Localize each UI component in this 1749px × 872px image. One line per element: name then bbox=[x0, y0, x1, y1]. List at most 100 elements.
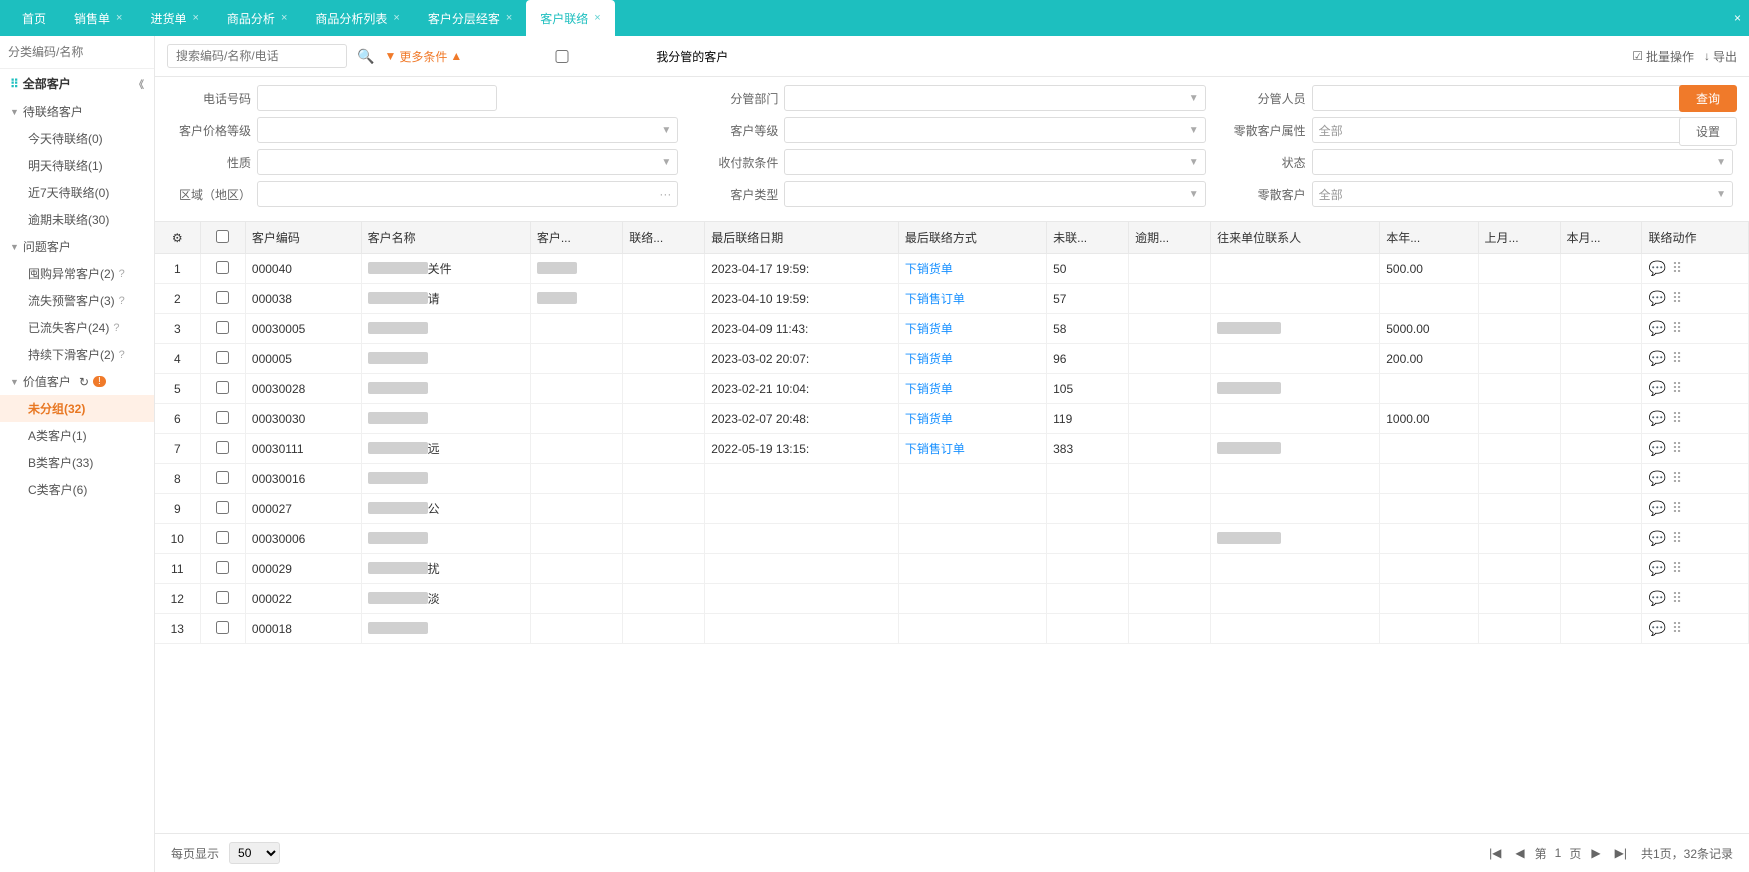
dept-select[interactable]: ▼ bbox=[784, 85, 1205, 111]
grid-action-icon[interactable]: ⠿ bbox=[1672, 380, 1682, 397]
grid-action-icon[interactable]: ⠿ bbox=[1672, 290, 1682, 307]
my-customers-check[interactable] bbox=[472, 50, 652, 63]
tab-product-analysis-close[interactable]: × bbox=[281, 12, 287, 24]
row-name[interactable]: XXXXXX bbox=[361, 374, 530, 404]
sidebar-item-overdue[interactable]: 逾期未联络(30) bbox=[0, 206, 154, 233]
row-last-method[interactable]: 下销货单 bbox=[898, 254, 1046, 284]
grid-action-icon[interactable]: ⠿ bbox=[1672, 560, 1682, 577]
row-last-method[interactable] bbox=[898, 614, 1046, 644]
sidebar-item-ungroup[interactable]: 未分组(32) bbox=[0, 395, 154, 422]
row-last-method[interactable] bbox=[898, 524, 1046, 554]
sidebar-item-class-c[interactable]: C类客户(6) bbox=[0, 476, 154, 503]
retail-cust-select[interactable]: 全部 ▼ bbox=[1312, 181, 1733, 207]
row-checkbox[interactable] bbox=[200, 524, 245, 554]
query-button[interactable]: 查询 bbox=[1679, 85, 1737, 112]
row-checkbox[interactable] bbox=[200, 434, 245, 464]
sidebar-item-tomorrow[interactable]: 明天待联络(1) bbox=[0, 152, 154, 179]
sidebar-item-declining[interactable]: 持续下滑客户(2) ? bbox=[0, 341, 154, 368]
last-method-link[interactable]: 下销货单 bbox=[905, 412, 953, 426]
region-select[interactable]: ··· bbox=[257, 181, 678, 207]
row-checkbox[interactable] bbox=[200, 404, 245, 434]
sidebar-item-class-b[interactable]: B类客户(33) bbox=[0, 449, 154, 476]
sidebar-pending-header[interactable]: ▼ 待联络客户 bbox=[0, 98, 154, 125]
close-all-button[interactable]: × bbox=[1734, 9, 1741, 27]
row-last-method[interactable]: 下销货单 bbox=[898, 374, 1046, 404]
prev-page-btn[interactable]: ◀ bbox=[1511, 844, 1528, 862]
retail-attr-select[interactable]: 全部 ▼ bbox=[1312, 117, 1733, 143]
row-last-method[interactable]: 下销售订单 bbox=[898, 284, 1046, 314]
row-checkbox[interactable] bbox=[200, 254, 245, 284]
row-last-method[interactable] bbox=[898, 554, 1046, 584]
row-checkbox[interactable] bbox=[200, 464, 245, 494]
tab-product-analysis-list[interactable]: 商品分析列表 × bbox=[301, 0, 413, 36]
row-last-method[interactable] bbox=[898, 464, 1046, 494]
chat-icon[interactable]: 💬 bbox=[1648, 470, 1665, 487]
last-method-link[interactable]: 下销售订单 bbox=[905, 442, 965, 456]
row-last-method[interactable]: 下销货单 bbox=[898, 344, 1046, 374]
last-method-link[interactable]: 下销售订单 bbox=[905, 292, 965, 306]
row-name[interactable]: XXXXXX bbox=[361, 464, 530, 494]
row-name[interactable]: XXXXXX请 bbox=[361, 284, 530, 314]
tab-purchase-close[interactable]: × bbox=[192, 12, 198, 24]
row-name[interactable]: XXXXXX扰 bbox=[361, 554, 530, 584]
row-name[interactable]: XXXXXX关件 bbox=[361, 254, 530, 284]
chat-icon[interactable]: 💬 bbox=[1648, 260, 1665, 277]
row-checkbox[interactable] bbox=[200, 314, 245, 344]
price-level-select[interactable]: ▼ bbox=[257, 117, 678, 143]
row-last-method[interactable] bbox=[898, 584, 1046, 614]
sidebar-search-input[interactable] bbox=[8, 45, 155, 59]
grid-action-icon[interactable]: ⠿ bbox=[1672, 320, 1682, 337]
my-customers-checkbox[interactable]: 我分管的客户 bbox=[472, 48, 728, 65]
chat-icon[interactable]: 💬 bbox=[1648, 620, 1665, 637]
grid-action-icon[interactable]: ⠿ bbox=[1672, 530, 1682, 547]
row-checkbox[interactable] bbox=[200, 284, 245, 314]
row-name[interactable]: XXXXXX bbox=[361, 524, 530, 554]
grid-action-icon[interactable]: ⠿ bbox=[1672, 440, 1682, 457]
tab-product-analysis[interactable]: 商品分析 × bbox=[213, 0, 301, 36]
chat-icon[interactable]: 💬 bbox=[1648, 500, 1665, 517]
reset-button[interactable]: 设置 bbox=[1679, 117, 1737, 146]
next-page-btn[interactable]: ▶ bbox=[1587, 844, 1604, 862]
filter-search-icon[interactable]: 🔍 bbox=[357, 48, 374, 65]
grid-action-icon[interactable]: ⠿ bbox=[1672, 350, 1682, 367]
tab-customer-segment[interactable]: 客户分层经客 × bbox=[414, 0, 526, 36]
tab-sales-close[interactable]: × bbox=[116, 12, 122, 24]
sidebar-problem-header[interactable]: ▼ 问题客户 bbox=[0, 233, 154, 260]
row-name[interactable]: XXXXXX淡 bbox=[361, 584, 530, 614]
nature-select[interactable]: ▼ bbox=[257, 149, 678, 175]
search-input[interactable] bbox=[167, 44, 347, 68]
chat-icon[interactable]: 💬 bbox=[1648, 440, 1665, 457]
grid-action-icon[interactable]: ⠿ bbox=[1672, 470, 1682, 487]
status-select[interactable]: ▼ bbox=[1312, 149, 1733, 175]
grid-action-icon[interactable]: ⠿ bbox=[1672, 620, 1682, 637]
tab-customer-contact-close[interactable]: × bbox=[594, 12, 600, 24]
chat-icon[interactable]: 💬 bbox=[1648, 290, 1665, 307]
first-page-btn[interactable]: |◀ bbox=[1485, 844, 1505, 862]
row-last-method[interactable]: 下销售订单 bbox=[898, 434, 1046, 464]
settings-icon[interactable]: ⚙ bbox=[172, 231, 183, 245]
row-name[interactable]: XXXXXX公 bbox=[361, 494, 530, 524]
sidebar-item-warning[interactable]: 流失预警客户(3) ? bbox=[0, 287, 154, 314]
refresh-icon[interactable]: ↻ bbox=[79, 375, 89, 389]
select-all-checkbox[interactable] bbox=[216, 230, 229, 243]
sidebar-item-7days[interactable]: 近7天待联络(0) bbox=[0, 179, 154, 206]
cust-type-select[interactable]: ▼ bbox=[784, 181, 1205, 207]
tab-sales[interactable]: 销售单 × bbox=[60, 0, 136, 36]
row-last-method[interactable]: 下销货单 bbox=[898, 314, 1046, 344]
row-name[interactable]: XXXXXX bbox=[361, 614, 530, 644]
tab-home[interactable]: 首页 bbox=[8, 0, 60, 36]
row-last-method[interactable] bbox=[898, 494, 1046, 524]
row-checkbox[interactable] bbox=[200, 614, 245, 644]
col-header-settings[interactable]: ⚙ bbox=[155, 222, 200, 254]
export-btn[interactable]: ↓ 导出 bbox=[1704, 48, 1737, 65]
row-checkbox[interactable] bbox=[200, 374, 245, 404]
batch-op-btn[interactable]: ☑ 批量操作 bbox=[1632, 48, 1694, 65]
more-conditions-btn[interactable]: ▼ 更多条件 ▲ bbox=[384, 48, 462, 65]
cust-level-select[interactable]: ▼ bbox=[784, 117, 1205, 143]
person-select[interactable]: ··· bbox=[1312, 85, 1733, 111]
row-checkbox[interactable] bbox=[200, 554, 245, 584]
grid-action-icon[interactable]: ⠿ bbox=[1672, 590, 1682, 607]
row-checkbox[interactable] bbox=[200, 584, 245, 614]
grid-action-icon[interactable]: ⠿ bbox=[1672, 500, 1682, 517]
chat-icon[interactable]: 💬 bbox=[1648, 410, 1665, 427]
